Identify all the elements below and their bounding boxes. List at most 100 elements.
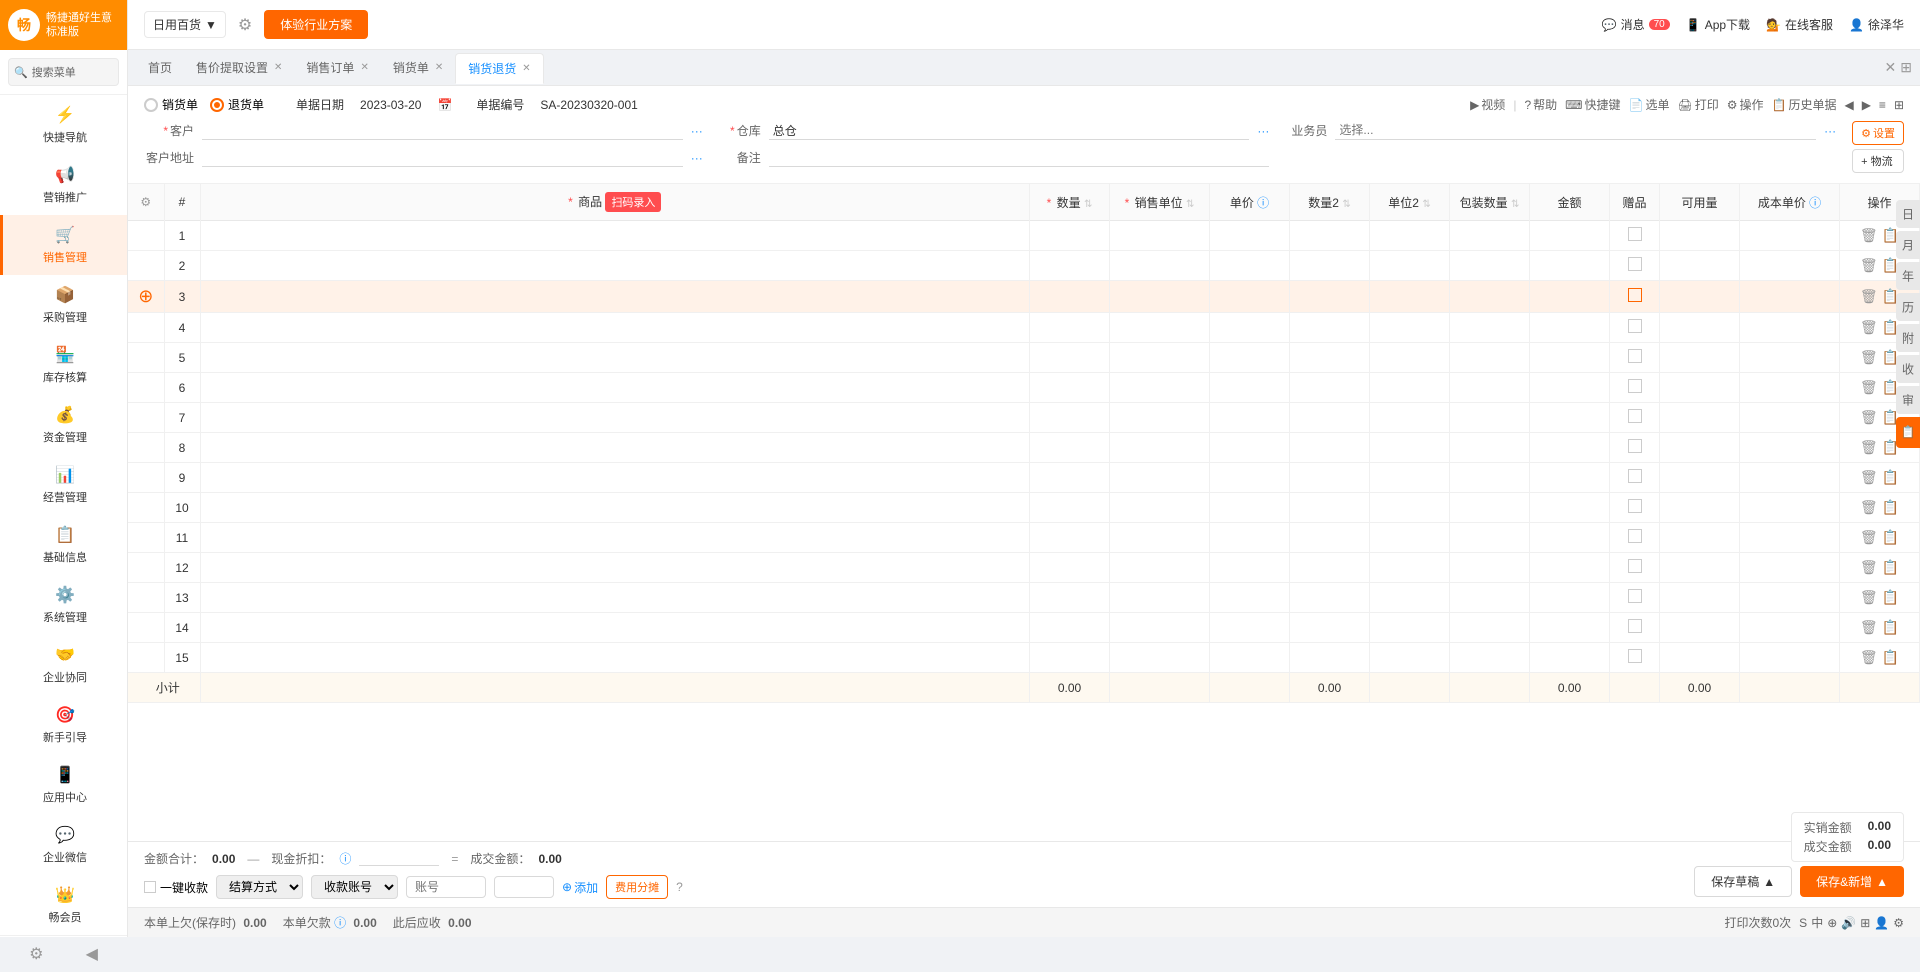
unit-sort-icon[interactable]: ⇅: [1186, 199, 1194, 210]
radio-delivery[interactable]: 销货单: [144, 96, 198, 113]
video-help-button[interactable]: ▶ 视频: [1470, 96, 1505, 113]
rsb-collection-button[interactable]: 收: [1896, 355, 1920, 383]
payment-method-select[interactable]: 结算方式: [216, 875, 303, 899]
row-product-cell[interactable]: [200, 251, 1030, 281]
rsb-month-button[interactable]: 月: [1896, 231, 1920, 259]
delete-row-button[interactable]: 🗑: [1860, 499, 1878, 516]
staff-input[interactable]: [1335, 121, 1816, 140]
staff-picker-button[interactable]: ···: [1824, 124, 1836, 138]
tab-price-settings[interactable]: 售价提取设置 ✕: [184, 53, 294, 82]
copy-row-button[interactable]: 📋: [1882, 469, 1899, 486]
row-product-cell[interactable]: [200, 221, 1030, 251]
rsb-year-button[interactable]: 年: [1896, 262, 1920, 290]
copy-row-button[interactable]: 📋: [1882, 589, 1899, 606]
operate-button[interactable]: ⚙ 操作: [1727, 96, 1764, 113]
product-input-active[interactable]: [207, 290, 1024, 304]
sidebar-item-basic[interactable]: 📋 基础信息: [0, 515, 127, 575]
footer-icon-7[interactable]: ⚙: [1893, 916, 1904, 930]
footer-icon-4[interactable]: 🔊: [1841, 916, 1856, 930]
copy-row-button[interactable]: 📋: [1882, 529, 1899, 546]
sidebar-item-marketing[interactable]: 📢 营销推广: [0, 155, 127, 215]
rsb-attachment-button[interactable]: 附: [1896, 324, 1920, 352]
footer-icon-6[interactable]: 👤: [1874, 916, 1889, 930]
delete-row-button[interactable]: 🗑: [1860, 649, 1878, 666]
payment-account-input[interactable]: [406, 876, 486, 898]
price-info-icon[interactable]: ⓘ: [1257, 196, 1269, 210]
sidebar-item-sales[interactable]: 🛒 销售管理: [0, 215, 127, 275]
one-click-checkbox[interactable]: [144, 881, 156, 893]
add-row-button[interactable]: ⊕: [138, 286, 153, 306]
grid-view-button[interactable]: ⊞: [1894, 98, 1904, 112]
footer-icon-2[interactable]: 中: [1811, 914, 1823, 931]
column-settings-icon[interactable]: ⚙: [140, 195, 151, 209]
tab-sales-return[interactable]: 销货退货 ✕: [455, 53, 543, 84]
warehouse-input[interactable]: [769, 121, 1250, 140]
gift-checkbox[interactable]: [1628, 379, 1642, 393]
rsb-approval-button[interactable]: 审: [1896, 386, 1920, 414]
delete-row-button[interactable]: 🗑: [1860, 439, 1878, 456]
expand-tabs-button[interactable]: ⊞: [1900, 59, 1912, 76]
payment-amount-input[interactable]: [494, 876, 554, 898]
gift-checkbox[interactable]: [1628, 499, 1642, 513]
save-draft-button[interactable]: 保存草稿 ▲: [1694, 866, 1792, 897]
gift-checkbox[interactable]: [1628, 529, 1642, 543]
delete-row-button[interactable]: 🗑: [1860, 257, 1878, 274]
sidebar-item-purchase[interactable]: 📦 采购管理: [0, 275, 127, 335]
tab-sales-delivery-close[interactable]: ✕: [435, 62, 443, 73]
qty-sort-icon[interactable]: ⇅: [1084, 199, 1092, 210]
tab-sales-delivery[interactable]: 销货单 ✕: [381, 53, 455, 82]
tab-sales-order-close[interactable]: ✕: [360, 62, 368, 73]
gift-checkbox[interactable]: [1628, 227, 1642, 241]
scan-input-button[interactable]: 扫码录入: [605, 192, 661, 212]
save-and-new-button[interactable]: 保存&新增 ▲: [1800, 866, 1904, 897]
remark-input[interactable]: [769, 148, 1270, 167]
gift-checkbox[interactable]: [1628, 409, 1642, 423]
gift-checkbox[interactable]: [1628, 439, 1642, 453]
sidebar-item-finance[interactable]: 💰 资金管理: [0, 395, 127, 455]
sidebar-item-operations[interactable]: 📊 经营管理: [0, 455, 127, 515]
delete-row-button[interactable]: 🗑: [1860, 349, 1878, 366]
gift-checkbox[interactable]: [1628, 589, 1642, 603]
add-payment-button[interactable]: ⊕ 添加: [562, 879, 598, 896]
customer-input[interactable]: [202, 121, 683, 140]
gift-checkbox[interactable]: [1628, 619, 1642, 633]
logistics-side-button[interactable]: + 物流: [1852, 149, 1904, 173]
company-selector[interactable]: 日用百货 ▼: [144, 11, 226, 38]
col-gear[interactable]: ⚙: [128, 184, 164, 221]
gift-checkbox[interactable]: [1628, 469, 1642, 483]
fee-help-icon[interactable]: ?: [676, 880, 683, 894]
delete-row-button[interactable]: 🗑: [1860, 379, 1878, 396]
row-product-input-cell[interactable]: [200, 281, 1030, 313]
delete-row-button[interactable]: 🗑: [1860, 288, 1878, 305]
footer-icon-1[interactable]: S: [1799, 916, 1807, 930]
sidebar-item-shortcut[interactable]: ⚡ 快捷导航: [0, 95, 127, 155]
delete-row-button[interactable]: 🗑: [1860, 589, 1878, 606]
sidebar-settings-button[interactable]: ⚙: [29, 944, 43, 964]
delete-row-button[interactable]: 🗑: [1860, 529, 1878, 546]
app-download-button[interactable]: 📱 App下载: [1686, 16, 1750, 33]
list-view-button[interactable]: ≡: [1879, 98, 1886, 112]
sidebar-item-system[interactable]: ⚙️ 系统管理: [0, 575, 127, 635]
tab-sales-return-close[interactable]: ✕: [522, 63, 530, 74]
one-click-payment-check[interactable]: 一键收款: [144, 879, 208, 896]
delete-row-button[interactable]: 🗑: [1860, 559, 1878, 576]
tab-price-settings-close[interactable]: ✕: [274, 62, 282, 73]
copy-row-button[interactable]: 📋: [1882, 499, 1899, 516]
discount-info-icon[interactable]: ⓘ: [339, 850, 351, 867]
delete-row-button[interactable]: 🗑: [1860, 319, 1878, 336]
pack-sort-icon[interactable]: ⇅: [1511, 199, 1519, 210]
fee-distribution-button[interactable]: 费用分摊: [606, 875, 668, 899]
address-input[interactable]: [202, 148, 683, 167]
footer-icon-5[interactable]: ⊞: [1860, 916, 1870, 930]
search-menu-button[interactable]: 🔍 搜索菜单: [8, 58, 119, 86]
delete-row-button[interactable]: 🗑: [1860, 409, 1878, 426]
customer-picker-button[interactable]: ···: [691, 124, 703, 138]
experience-btn[interactable]: 体验行业方案: [264, 10, 368, 39]
sidebar-collapse-button[interactable]: ◀: [86, 944, 98, 964]
gift-checkbox[interactable]: [1628, 349, 1642, 363]
settings-side-button[interactable]: ⚙ 设置: [1852, 121, 1904, 145]
sidebar-item-newbie[interactable]: 🎯 新手引导: [0, 695, 127, 755]
sidebar-item-inventory[interactable]: 🏪 库存核算: [0, 335, 127, 395]
delete-row-button[interactable]: 🗑: [1860, 227, 1878, 244]
history-button[interactable]: 📋 历史单据: [1771, 96, 1836, 113]
